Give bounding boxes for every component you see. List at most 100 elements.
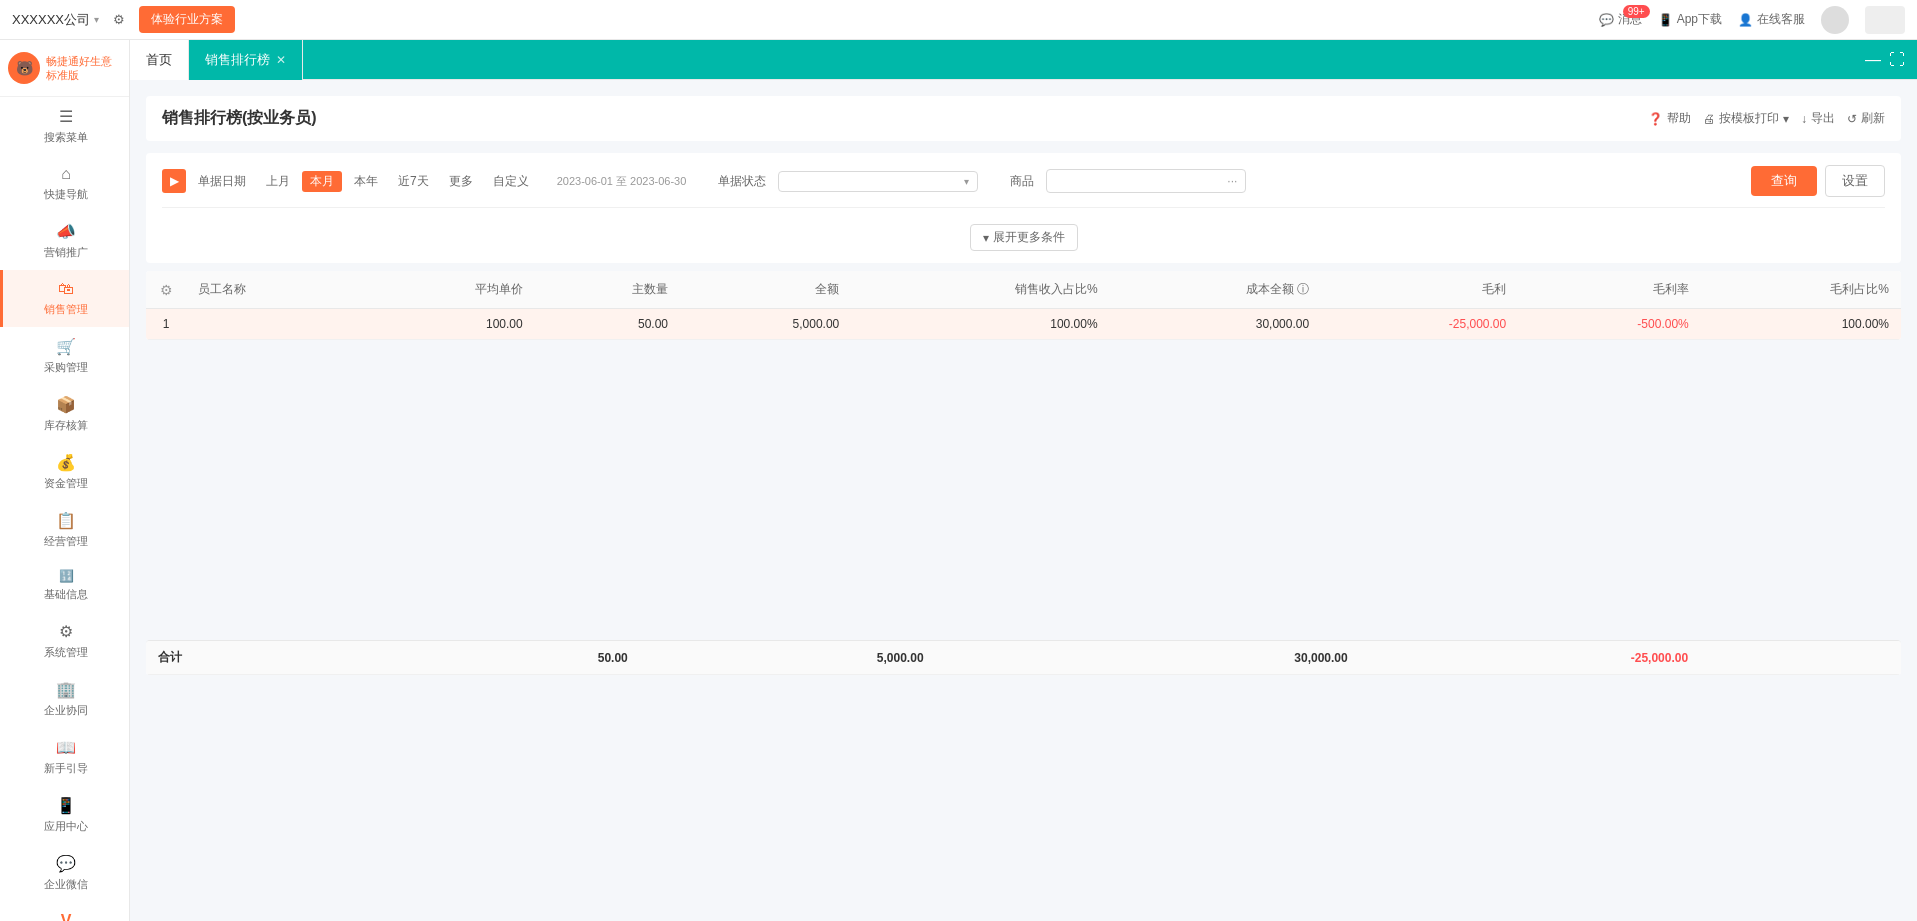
expand-icon: ▾: [983, 231, 989, 245]
col-gross: 毛利: [1321, 271, 1518, 309]
guide-icon: 📖: [56, 738, 76, 757]
cell-grosspct: 100.00%: [1701, 309, 1901, 340]
sidebar-item-system[interactable]: ⚙ 系统管理: [0, 612, 129, 670]
date-tab-7days[interactable]: 近7天: [390, 171, 437, 192]
goods-input[interactable]: ···: [1046, 169, 1246, 193]
sidebar-item-sales[interactable]: 🛍 销售管理: [0, 270, 129, 327]
print-dropdown-arrow: ▾: [1783, 112, 1789, 126]
system-icon: ⚙: [59, 622, 73, 641]
enterprise-icon: 🏢: [56, 680, 76, 699]
company-dropdown-arrow: ▾: [94, 14, 99, 25]
tab-expand-icon[interactable]: ⛶: [1889, 51, 1905, 69]
tab-home-label: 首页: [146, 51, 172, 69]
cell-amount: 5,000.00: [680, 309, 851, 340]
footer-qty: 50.00: [414, 641, 640, 675]
avatar[interactable]: [1821, 6, 1849, 34]
date-tab-this-month[interactable]: 本月: [302, 171, 342, 192]
purchase-icon: 🛒: [56, 337, 76, 356]
footer-grossrate: [1700, 641, 1800, 675]
sidebar-label-operation: 经营管理: [44, 534, 88, 549]
filter-toggle-btn[interactable]: ▶: [162, 169, 186, 193]
goods-more-icon[interactable]: ···: [1227, 174, 1237, 188]
sidebar-label-quicknav: 快捷导航: [44, 187, 88, 202]
member-icon: V: [61, 912, 72, 921]
sales-rank-table: ⚙ 员工名称 平均单价 主数量 全额 销售收入占比% 成本全额 ⓘ: [146, 271, 1901, 340]
sidebar-item-search[interactable]: ☰ 搜索菜单: [0, 97, 129, 155]
table-row: 1 100.00 50.00 5,000.00 100.00% 30,000.0…: [146, 309, 1901, 340]
sidebar-item-finance[interactable]: 💰 资金管理: [0, 443, 129, 501]
online-service-button[interactable]: 👤 在线客服: [1738, 11, 1805, 28]
help-button[interactable]: ❓ 帮助: [1648, 110, 1691, 127]
tab-home[interactable]: 首页: [130, 40, 189, 80]
sidebar-label-marketing: 营销推广: [44, 245, 88, 260]
sidebar-label-guide: 新手引导: [44, 761, 88, 776]
sidebar-item-quicknav[interactable]: ⌂ 快捷导航: [0, 155, 129, 212]
sidebar-item-enterprise[interactable]: 🏢 企业协同: [0, 670, 129, 728]
page-title: 销售排行榜(按业务员): [162, 108, 317, 129]
sidebar-item-inventory[interactable]: 📦 库存核算: [0, 385, 129, 443]
col-settings[interactable]: ⚙: [146, 271, 186, 309]
print-icon: 🖨: [1703, 112, 1715, 126]
col-avgprice: 平均单价: [360, 271, 534, 309]
sidebar-item-apps[interactable]: 📱 应用中心: [0, 786, 129, 844]
message-icon: 💬: [1599, 13, 1614, 27]
date-tab-custom[interactable]: 自定义: [485, 171, 537, 192]
export-button[interactable]: ↓ 导出: [1801, 110, 1835, 127]
refresh-icon: ↺: [1847, 112, 1857, 126]
user-name: [1865, 6, 1905, 34]
tab-close-icon[interactable]: ✕: [276, 53, 286, 67]
sidebar-label-enterprise: 企业协同: [44, 703, 88, 718]
date-tab-last-month[interactable]: 上月: [258, 171, 298, 192]
basics-icon: 🔢: [59, 569, 74, 583]
company-selector[interactable]: XXXXXX公司 ▾: [12, 11, 99, 29]
status-dropdown-arrow: ▾: [964, 176, 969, 187]
col-costamount: 成本全额 ⓘ: [1110, 271, 1322, 309]
date-tab-more[interactable]: 更多: [441, 171, 481, 192]
date-tab-this-year[interactable]: 本年: [346, 171, 386, 192]
expand-filters-btn[interactable]: ▾ 展开更多条件: [970, 224, 1078, 251]
tab-minimize-icon[interactable]: —: [1865, 51, 1881, 69]
app-download-button[interactable]: 📱 App下载: [1658, 11, 1722, 28]
footer-grosspct: [1801, 641, 1901, 675]
cell-grossrate: -500.00%: [1518, 309, 1701, 340]
sidebar-label-purchase: 采购管理: [44, 360, 88, 375]
cell-salespct: 100.00%: [851, 309, 1109, 340]
sidebar-item-member[interactable]: V 畅会员: [0, 902, 129, 921]
trial-button[interactable]: 体验行业方案: [139, 6, 235, 33]
table-footer: 合计 50.00 5,000.00 30,000.00 -25,000.00: [146, 641, 1901, 675]
service-icon: 👤: [1738, 13, 1753, 27]
sidebar-label-finance: 资金管理: [44, 476, 88, 491]
export-icon: ↓: [1801, 112, 1807, 126]
finance-icon: 💰: [56, 453, 76, 472]
help-icon: ❓: [1648, 112, 1663, 126]
col-grosspct: 毛利占比%: [1701, 271, 1901, 309]
sidebar-item-purchase[interactable]: 🛒 采购管理: [0, 327, 129, 385]
col-amount: 全额: [680, 271, 851, 309]
online-service-label: 在线客服: [1757, 11, 1805, 28]
sidebar-item-operation[interactable]: 📋 经营管理: [0, 501, 129, 559]
footer-costamount: 30,000.00: [1036, 641, 1360, 675]
refresh-button[interactable]: ↺ 刷新: [1847, 110, 1885, 127]
col-salespct: 销售收入占比%: [851, 271, 1109, 309]
status-select[interactable]: ▾: [778, 171, 978, 192]
date-tabs: 上月 本月 本年 近7天 更多 自定义: [258, 171, 537, 192]
operation-icon: 📋: [56, 511, 76, 530]
tab-sales-rank[interactable]: 销售排行榜 ✕: [189, 40, 303, 80]
settings-icon[interactable]: ⚙: [107, 8, 131, 32]
print-button[interactable]: 🖨 按模板打印 ▾: [1703, 110, 1789, 127]
sidebar-item-guide[interactable]: 📖 新手引导: [0, 728, 129, 786]
goods-label: 商品: [1010, 173, 1034, 190]
footer-amount: 5,000.00: [640, 641, 936, 675]
wechat-icon: 💬: [56, 854, 76, 873]
logo-icon: 🐻: [8, 52, 40, 84]
cell-gross: -25,000.00: [1321, 309, 1518, 340]
sidebar-label-inventory: 库存核算: [44, 418, 88, 433]
apps-icon: 📱: [56, 796, 76, 815]
message-button[interactable]: 💬 消息 99+: [1599, 11, 1642, 28]
sidebar-item-marketing[interactable]: 📣 营销推广: [0, 212, 129, 270]
sidebar-item-wechat[interactable]: 💬 企业微信: [0, 844, 129, 902]
settings-button[interactable]: 设置: [1825, 165, 1885, 197]
sidebar-label-apps: 应用中心: [44, 819, 88, 834]
query-button[interactable]: 查询: [1751, 166, 1817, 196]
sidebar-item-basics[interactable]: 🔢 基础信息: [0, 559, 129, 612]
